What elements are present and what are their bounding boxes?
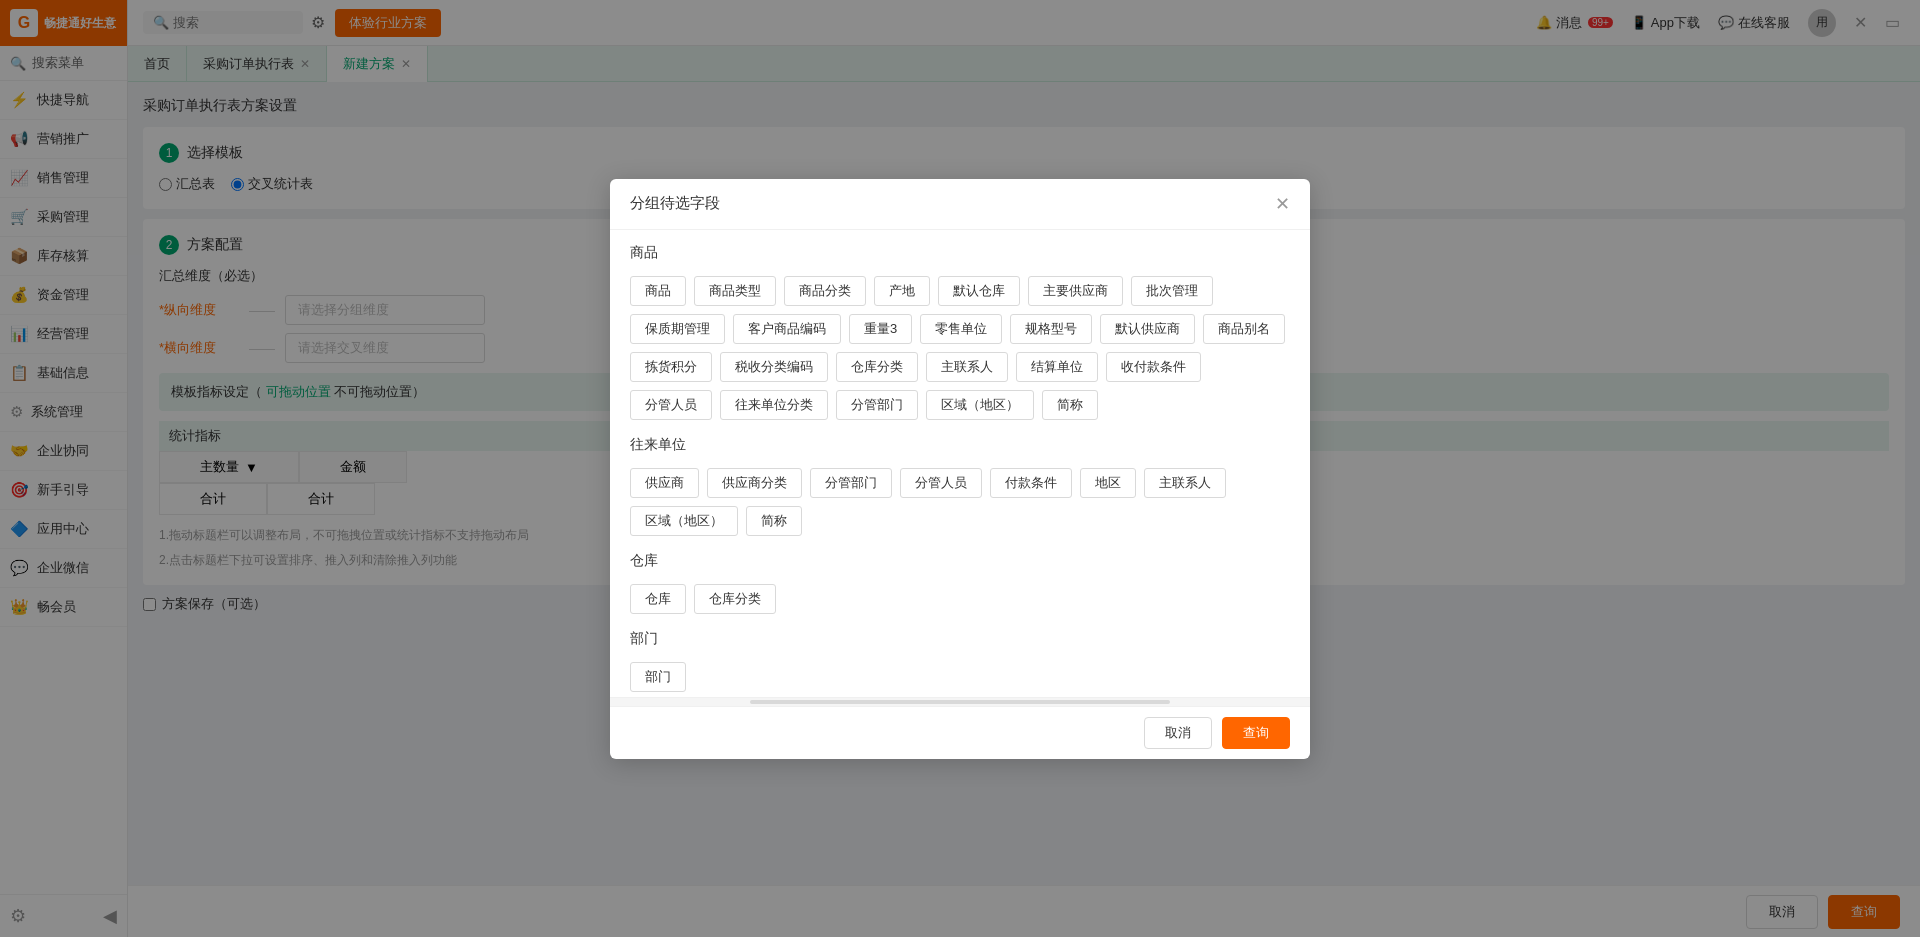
field-tag[interactable]: 仓库 — [630, 584, 686, 614]
field-tag[interactable]: 简称 — [746, 506, 802, 536]
field-group-counterpart: 往来单位供应商供应商分类分管部门分管人员付款条件地区主联系人区域（地区） 简称 — [630, 436, 1290, 536]
field-tags-department: 部门 — [630, 662, 1290, 692]
modal-cancel-btn[interactable]: 取消 — [1144, 717, 1212, 749]
field-group-warehouse: 仓库仓库仓库分类 — [630, 552, 1290, 614]
field-tag[interactable]: 默认供应商 — [1100, 314, 1195, 344]
field-select-modal: 分组待选字段 ✕ 商品商品商品类型商品分类产地默认仓库主要供应商批次管理保质期管… — [610, 179, 1310, 759]
field-tags-counterpart: 供应商供应商分类分管部门分管人员付款条件地区主联系人区域（地区） 简称 — [630, 468, 1290, 536]
field-tag[interactable]: 重量3 — [849, 314, 912, 344]
field-tags-goods: 商品商品类型商品分类产地默认仓库主要供应商批次管理保质期管理客户商品编码重量3 零… — [630, 276, 1290, 420]
field-tag[interactable]: 区域（地区） — [630, 506, 738, 536]
field-group-title-warehouse: 仓库 — [630, 552, 1290, 574]
field-tag[interactable]: 分管部门 — [810, 468, 892, 498]
field-tag[interactable]: 默认仓库 — [938, 276, 1020, 306]
field-tag[interactable]: 商品 — [630, 276, 686, 306]
modal-close-btn[interactable]: ✕ — [1275, 193, 1290, 215]
modal-hscroll[interactable] — [610, 697, 1310, 705]
field-tag[interactable]: 主联系人 — [926, 352, 1008, 382]
field-tag[interactable]: 产地 — [874, 276, 930, 306]
field-tag[interactable]: 分管部门 — [836, 390, 918, 420]
field-tag[interactable]: 批次管理 — [1131, 276, 1213, 306]
field-group-goods: 商品商品商品类型商品分类产地默认仓库主要供应商批次管理保质期管理客户商品编码重量… — [630, 244, 1290, 420]
field-group-title-goods: 商品 — [630, 244, 1290, 266]
modal-header: 分组待选字段 ✕ — [610, 179, 1310, 230]
field-tag[interactable]: 分管人员 — [630, 390, 712, 420]
field-tag[interactable]: 零售单位 — [920, 314, 1002, 344]
field-tag[interactable]: 简称 — [1042, 390, 1098, 420]
field-tag[interactable]: 供应商 — [630, 468, 699, 498]
field-tag[interactable]: 税收分类编码 — [720, 352, 828, 382]
field-tag[interactable]: 供应商分类 — [707, 468, 802, 498]
field-tag[interactable]: 收付款条件 — [1106, 352, 1201, 382]
field-tag[interactable]: 商品分类 — [784, 276, 866, 306]
field-tags-warehouse: 仓库仓库分类 — [630, 584, 1290, 614]
field-tag[interactable]: 商品类型 — [694, 276, 776, 306]
field-tag[interactable]: 部门 — [630, 662, 686, 692]
field-group-title-counterpart: 往来单位 — [630, 436, 1290, 458]
field-tag[interactable]: 主联系人 — [1144, 468, 1226, 498]
field-tag[interactable]: 保质期管理 — [630, 314, 725, 344]
field-tag[interactable]: 仓库分类 — [694, 584, 776, 614]
field-tag[interactable]: 主要供应商 — [1028, 276, 1123, 306]
field-tag[interactable]: 结算单位 — [1016, 352, 1098, 382]
field-tag[interactable]: 商品别名 — [1203, 314, 1285, 344]
modal-footer: 取消 查询 — [610, 706, 1310, 759]
modal-confirm-btn[interactable]: 查询 — [1222, 717, 1290, 749]
field-tag[interactable]: 分管人员 — [900, 468, 982, 498]
field-tag[interactable]: 区域（地区） — [926, 390, 1034, 420]
field-tag[interactable]: 付款条件 — [990, 468, 1072, 498]
field-tag[interactable]: 客户商品编码 — [733, 314, 841, 344]
modal-title: 分组待选字段 — [630, 194, 720, 213]
field-group-department: 部门部门 — [630, 630, 1290, 692]
field-tag[interactable]: 地区 — [1080, 468, 1136, 498]
field-tag[interactable]: 往来单位分类 — [720, 390, 828, 420]
field-group-title-department: 部门 — [630, 630, 1290, 652]
field-tag[interactable]: 拣货积分 — [630, 352, 712, 382]
field-tag[interactable]: 仓库分类 — [836, 352, 918, 382]
field-tag[interactable]: 规格型号 — [1010, 314, 1092, 344]
modal-body: 商品商品商品类型商品分类产地默认仓库主要供应商批次管理保质期管理客户商品编码重量… — [610, 230, 1310, 698]
